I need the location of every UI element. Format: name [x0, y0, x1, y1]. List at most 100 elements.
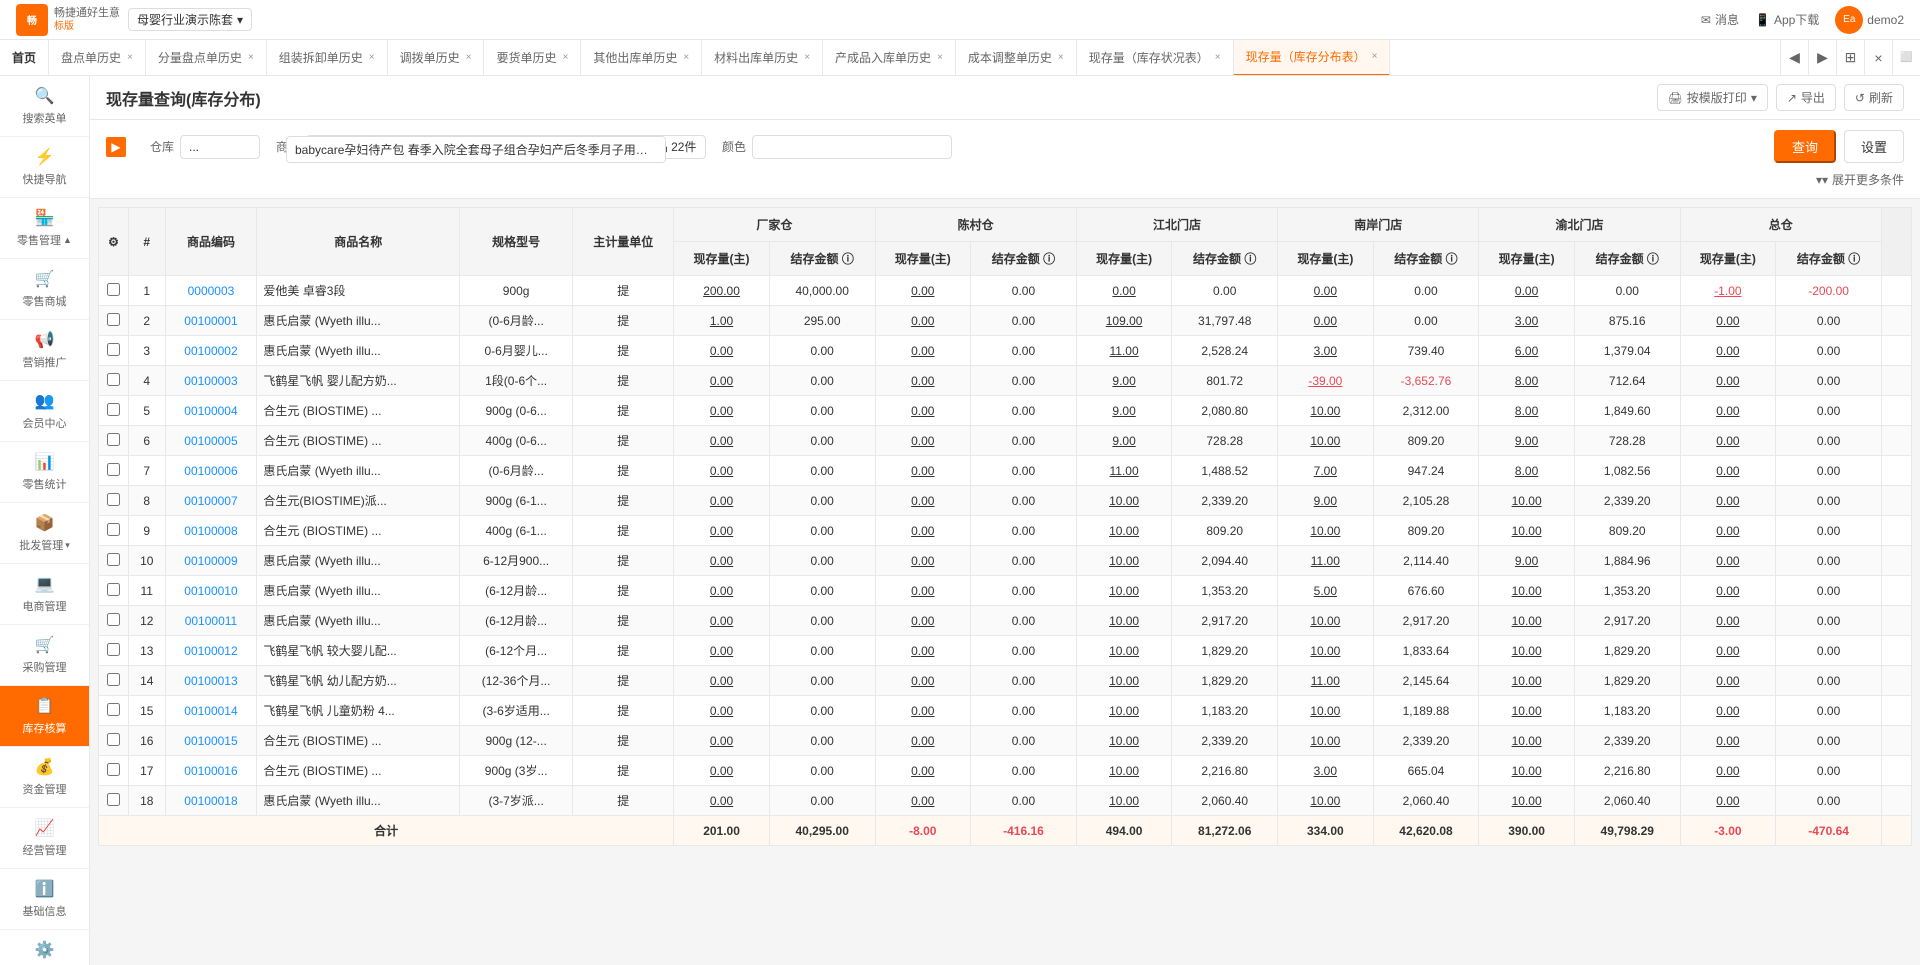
- fac-qty[interactable]: 0.00: [674, 636, 770, 666]
- row-checkbox[interactable]: [99, 426, 129, 456]
- sidebar-item-finance[interactable]: 💰 资金管理: [0, 747, 89, 808]
- cl-qty[interactable]: 0.00: [875, 486, 971, 516]
- tot-qty[interactable]: 0.00: [1680, 486, 1776, 516]
- yb-qty[interactable]: 10.00: [1479, 576, 1575, 606]
- close-icon[interactable]: ×: [683, 52, 689, 63]
- row-checkbox[interactable]: [99, 726, 129, 756]
- row-checkbox[interactable]: [99, 786, 129, 816]
- sidebar-item-quick-nav[interactable]: ⚡ 快捷导航: [0, 137, 89, 198]
- sidebar-item-system[interactable]: ⚙️ 系统管理: [0, 930, 89, 965]
- settings-button[interactable]: 设置: [1844, 130, 1904, 163]
- tot-qty[interactable]: 0.00: [1680, 576, 1776, 606]
- cl-qty[interactable]: 0.00: [875, 666, 971, 696]
- row-checkbox[interactable]: [99, 606, 129, 636]
- tot-qty[interactable]: 0.00: [1680, 696, 1776, 726]
- yb-qty[interactable]: 10.00: [1479, 636, 1575, 666]
- close-icon[interactable]: ×: [466, 52, 472, 63]
- fac-qty[interactable]: 0.00: [674, 726, 770, 756]
- fac-qty[interactable]: 0.00: [674, 486, 770, 516]
- app-download-button[interactable]: 📱 App下载: [1755, 11, 1819, 28]
- tot-qty[interactable]: 0.00: [1680, 396, 1776, 426]
- row-checkbox[interactable]: [99, 756, 129, 786]
- row-checkbox[interactable]: [99, 276, 129, 306]
- jb-qty[interactable]: 9.00: [1076, 426, 1172, 456]
- jb-qty[interactable]: 10.00: [1076, 756, 1172, 786]
- fac-qty[interactable]: 200.00: [674, 276, 770, 306]
- yb-qty[interactable]: 8.00: [1479, 456, 1575, 486]
- fac-qty[interactable]: 0.00: [674, 576, 770, 606]
- yb-qty[interactable]: 10.00: [1479, 606, 1575, 636]
- tot-qty[interactable]: 0.00: [1680, 726, 1776, 756]
- fac-qty[interactable]: 0.00: [674, 606, 770, 636]
- fac-qty[interactable]: 0.00: [674, 396, 770, 426]
- close-icon[interactable]: ×: [1058, 52, 1064, 63]
- sidebar-item-retail-stats[interactable]: 📊 零售统计: [0, 442, 89, 503]
- cl-qty[interactable]: 0.00: [875, 306, 971, 336]
- tab-stock-distribution[interactable]: 现存量（库存分布表） ×: [1234, 40, 1391, 76]
- sidebar-item-purchase[interactable]: 🛒 采购管理: [0, 625, 89, 686]
- user-menu[interactable]: Ea demo2: [1835, 6, 1904, 34]
- fac-qty[interactable]: 0.00: [674, 456, 770, 486]
- tab-branch-check[interactable]: 分量盘点单历史 ×: [146, 40, 267, 76]
- row-checkbox[interactable]: [99, 486, 129, 516]
- product-input[interactable]: [306, 135, 706, 159]
- print-button[interactable]: 🖨 按模版打印 ▾: [1657, 84, 1768, 111]
- row-checkbox[interactable]: [99, 366, 129, 396]
- industry-selector[interactable]: 母婴行业演示陈套 ▾: [128, 8, 252, 31]
- nav-next-button[interactable]: ▶: [1808, 40, 1836, 76]
- th-settings[interactable]: ⚙: [99, 208, 129, 276]
- more-conditions-button[interactable]: ▾▾ 展开更多条件: [1816, 171, 1904, 188]
- row-checkbox[interactable]: [99, 306, 129, 336]
- close-icon[interactable]: ×: [1372, 51, 1378, 62]
- row-checkbox[interactable]: [99, 696, 129, 726]
- tab-product-in[interactable]: 产成品入库单历史 ×: [823, 40, 956, 76]
- close-icon[interactable]: ×: [369, 52, 375, 63]
- sidebar-item-marketing[interactable]: 📢 营销推广: [0, 320, 89, 381]
- cl-qty[interactable]: 0.00: [875, 276, 971, 306]
- row-checkbox[interactable]: [99, 666, 129, 696]
- collapse-button[interactable]: ▶: [106, 137, 126, 157]
- row-checkbox[interactable]: [99, 576, 129, 606]
- yb-qty[interactable]: 10.00: [1479, 696, 1575, 726]
- sidebar-item-retail-mall[interactable]: 🛒 零售商城: [0, 259, 89, 320]
- row-checkbox[interactable]: [99, 636, 129, 666]
- na-qty[interactable]: 0.00: [1278, 276, 1374, 306]
- cl-qty[interactable]: 0.00: [875, 606, 971, 636]
- na-qty[interactable]: 10.00: [1278, 636, 1374, 666]
- na-qty[interactable]: 10.00: [1278, 426, 1374, 456]
- sidebar-item-retail-mgmt[interactable]: 🏪 零售管理 ▲: [0, 198, 89, 259]
- color-input[interactable]: [752, 135, 952, 159]
- cl-qty[interactable]: 0.00: [875, 726, 971, 756]
- sidebar-item-search[interactable]: 🔍 搜索英单: [0, 76, 89, 137]
- close-icon[interactable]: ×: [127, 52, 133, 63]
- na-qty[interactable]: 10.00: [1278, 726, 1374, 756]
- tab-inventory-check[interactable]: 盘点单历史 ×: [49, 40, 146, 76]
- na-qty[interactable]: 5.00: [1278, 576, 1374, 606]
- sidebar-item-inventory[interactable]: 📋 库存核算: [0, 686, 89, 747]
- jb-qty[interactable]: 10.00: [1076, 696, 1172, 726]
- na-qty[interactable]: 9.00: [1278, 486, 1374, 516]
- sidebar-item-wholesale[interactable]: 📦 批发管理 ▾: [0, 503, 89, 564]
- nav-more-button[interactable]: ⬜: [1892, 40, 1920, 76]
- fac-qty[interactable]: 0.00: [674, 756, 770, 786]
- na-qty[interactable]: 3.00: [1278, 756, 1374, 786]
- na-qty[interactable]: 0.00: [1278, 306, 1374, 336]
- tot-qty[interactable]: 0.00: [1680, 606, 1776, 636]
- cl-qty[interactable]: 0.00: [875, 456, 971, 486]
- fac-qty[interactable]: 0.00: [674, 366, 770, 396]
- cl-qty[interactable]: 0.00: [875, 366, 971, 396]
- cl-qty[interactable]: 0.00: [875, 786, 971, 816]
- na-qty[interactable]: 10.00: [1278, 516, 1374, 546]
- tot-qty[interactable]: 0.00: [1680, 366, 1776, 396]
- fac-qty[interactable]: 0.00: [674, 696, 770, 726]
- sidebar-item-ecommerce[interactable]: 💻 电商管理: [0, 564, 89, 625]
- query-button[interactable]: 查询: [1774, 130, 1836, 163]
- export-button[interactable]: ↗ 导出: [1776, 84, 1836, 111]
- jb-qty[interactable]: 10.00: [1076, 516, 1172, 546]
- row-checkbox[interactable]: [99, 456, 129, 486]
- tot-qty[interactable]: 0.00: [1680, 426, 1776, 456]
- tot-qty[interactable]: 0.00: [1680, 786, 1776, 816]
- jb-qty[interactable]: 9.00: [1076, 366, 1172, 396]
- cl-qty[interactable]: 0.00: [875, 696, 971, 726]
- cl-qty[interactable]: 0.00: [875, 336, 971, 366]
